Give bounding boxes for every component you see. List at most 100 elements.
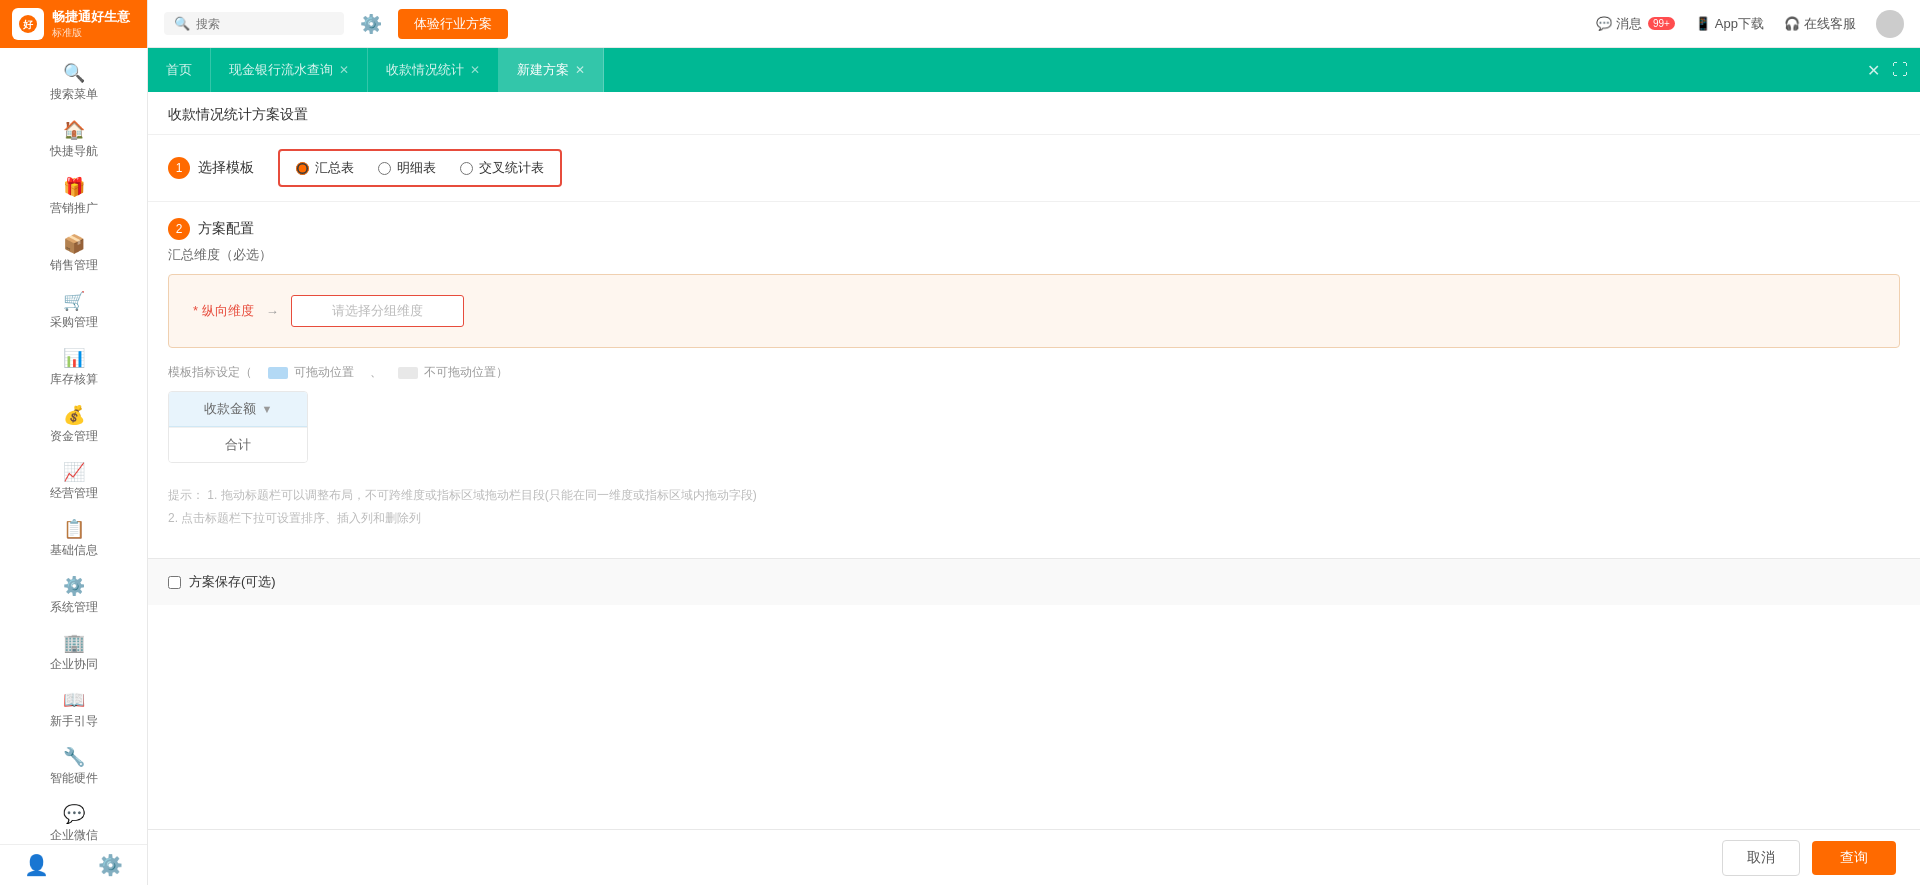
sidebar-item-marketing[interactable]: 🎁 营销推广	[0, 168, 147, 225]
save-checkbox[interactable]	[168, 576, 181, 589]
purchase-icon: 🛒	[63, 292, 85, 310]
wechat-icon: 💬	[63, 805, 85, 823]
tab-receipt-close[interactable]: ✕	[470, 63, 480, 77]
radio-summary-label: 汇总表	[315, 159, 354, 177]
service-label: 在线客服	[1804, 15, 1856, 33]
sidebar-item-hardware[interactable]: 🔧 智能硬件	[0, 738, 147, 795]
inventory-icon: 📊	[63, 349, 85, 367]
app-version: 标准版	[52, 26, 130, 40]
sidebar-label-nav: 快捷导航	[50, 143, 98, 160]
sidebar-item-mgmt[interactable]: 📈 经营管理	[0, 453, 147, 510]
radio-crosstab-input[interactable]	[460, 162, 473, 175]
svg-text:好: 好	[22, 19, 34, 30]
sales-icon: 📦	[63, 235, 85, 253]
metrics-table: 收款金额 ▼ 合计	[168, 391, 308, 463]
vertical-dimension-label: * 纵向维度	[193, 302, 254, 320]
sidebar-label-purchase: 采购管理	[50, 314, 98, 331]
service-icon: 🎧	[1784, 16, 1800, 31]
step1-row: 1 选择模板 汇总表 明细表	[168, 149, 1900, 187]
radio-summary[interactable]: 汇总表	[296, 159, 354, 177]
tab-newplan-close[interactable]: ✕	[575, 63, 585, 77]
radio-detail[interactable]: 明细表	[378, 159, 436, 177]
user-icon[interactable]: 👤	[24, 853, 49, 877]
sidebar-item-finance[interactable]: 💰 资金管理	[0, 396, 147, 453]
sidebar-item-wechat[interactable]: 💬 企业微信	[0, 795, 147, 844]
tab-home[interactable]: 首页	[148, 48, 211, 92]
maximize-icon[interactable]: ⛶	[1892, 61, 1908, 79]
step2-label: 方案配置	[198, 220, 254, 238]
dimension-area: * 纵向维度 → 请选择分组维度	[168, 274, 1900, 348]
sidebar-logo: 好 畅捷通好生意 标准版	[0, 0, 147, 48]
sidebar-item-system[interactable]: ⚙️ 系统管理	[0, 567, 147, 624]
close-window-icon[interactable]: ✕	[1867, 61, 1880, 80]
radio-summary-input[interactable]	[296, 162, 309, 175]
message-action[interactable]: 💬 消息 99+	[1596, 15, 1675, 33]
base-icon: 📋	[63, 520, 85, 538]
sidebar-bottom: 👤 ⚙️	[0, 844, 147, 885]
settings-icon[interactable]: ⚙️	[98, 853, 123, 877]
tab-receipt[interactable]: 收款情况统计 ✕	[368, 48, 499, 92]
mgmt-icon: 📈	[63, 463, 85, 481]
sidebar-label-wechat: 企业微信	[50, 827, 98, 844]
step1-label: 选择模板	[198, 159, 254, 177]
hint-not-draggable-label: 不可拖动位置）	[424, 364, 508, 381]
sidebar-item-inventory[interactable]: 📊 库存核算	[0, 339, 147, 396]
download-action[interactable]: 📱 App下载	[1695, 15, 1764, 33]
download-label: App下载	[1715, 15, 1764, 33]
logo-icon: 好	[12, 8, 44, 40]
sidebar-item-base[interactable]: 📋 基础信息	[0, 510, 147, 567]
sidebar-item-corp[interactable]: 🏢 企业协同	[0, 624, 147, 681]
sidebar-item-guide[interactable]: 📖 新手引导	[0, 681, 147, 738]
metrics-section: 模板指标设定（ 可拖动位置 、 不可拖动位置）	[168, 364, 1900, 466]
sidebar-item-purchase[interactable]: 🛒 采购管理	[0, 282, 147, 339]
radio-crosstab-label: 交叉统计表	[479, 159, 544, 177]
tips-section: 提示： 1. 拖动标题栏可以调整布局，不可跨维度或指标区域拖动栏目段(只能在同一…	[168, 486, 1900, 542]
step1-section: 1 选择模板 汇总表 明细表	[148, 135, 1920, 202]
metrics-header-inner: 收款金额 ▼	[185, 400, 291, 418]
gear-icon[interactable]: ⚙️	[360, 13, 382, 35]
system-icon: ⚙️	[63, 577, 85, 595]
tabbar: 首页 现金银行流水查询 ✕ 收款情况统计 ✕ 新建方案 ✕ ✕ ⛶	[148, 48, 1920, 92]
arrow-icon: →	[266, 304, 279, 319]
radio-crosstab[interactable]: 交叉统计表	[460, 159, 544, 177]
huizong-title: 汇总维度（必选）	[168, 246, 1900, 264]
action-bar: 取消 查询	[148, 829, 1920, 885]
tab-bank-label: 现金银行流水查询	[229, 61, 333, 79]
metrics-header: 收款金额 ▼	[169, 392, 307, 427]
tab-bank[interactable]: 现金银行流水查询 ✕	[211, 48, 368, 92]
sidebar-label-guide: 新手引导	[50, 713, 98, 730]
sidebar-label-mgmt: 经营管理	[50, 485, 98, 502]
radio-detail-input[interactable]	[378, 162, 391, 175]
gift-icon: 🎁	[63, 178, 85, 196]
page-title: 收款情况统计方案设置	[148, 92, 1920, 135]
step1-badge: 1	[168, 157, 190, 179]
sidebar-label-hardware: 智能硬件	[50, 770, 98, 787]
query-button[interactable]: 查询	[1812, 841, 1896, 875]
trial-button[interactable]: 体验行业方案	[398, 9, 508, 39]
sidebar-item-search[interactable]: 🔍 搜索菜单	[0, 54, 147, 111]
message-label: 消息	[1616, 15, 1642, 33]
service-action[interactable]: 🎧 在线客服	[1784, 15, 1856, 33]
search-input[interactable]	[196, 17, 326, 31]
tab-newplan[interactable]: 新建方案 ✕	[499, 48, 604, 92]
sidebar-label-corp: 企业协同	[50, 656, 98, 673]
step2-header: 2 方案配置	[168, 218, 1900, 240]
message-badge: 99+	[1648, 17, 1675, 30]
save-label: 方案保存(可选)	[189, 573, 276, 591]
topbar-actions: 💬 消息 99+ 📱 App下载 🎧 在线客服	[1596, 10, 1904, 38]
metrics-title-text: 模板指标设定（	[168, 364, 252, 381]
sidebar-item-nav[interactable]: 🏠 快捷导航	[0, 111, 147, 168]
tab-bank-close[interactable]: ✕	[339, 63, 349, 77]
sidebar-label-inventory: 库存核算	[50, 371, 98, 388]
search-box[interactable]: 🔍	[164, 12, 344, 35]
sidebar-item-sales[interactable]: 📦 销售管理	[0, 225, 147, 282]
cancel-button[interactable]: 取消	[1722, 840, 1800, 876]
dropdown-icon[interactable]: ▼	[262, 403, 273, 415]
finance-icon: 💰	[63, 406, 85, 424]
sidebar-label-base: 基础信息	[50, 542, 98, 559]
app-name: 畅捷通好生意	[52, 8, 130, 26]
tabbar-right: ✕ ⛶	[1855, 48, 1920, 92]
message-icon: 💬	[1596, 16, 1612, 31]
dimension-picker[interactable]: 请选择分组维度	[291, 295, 464, 327]
avatar[interactable]	[1876, 10, 1904, 38]
